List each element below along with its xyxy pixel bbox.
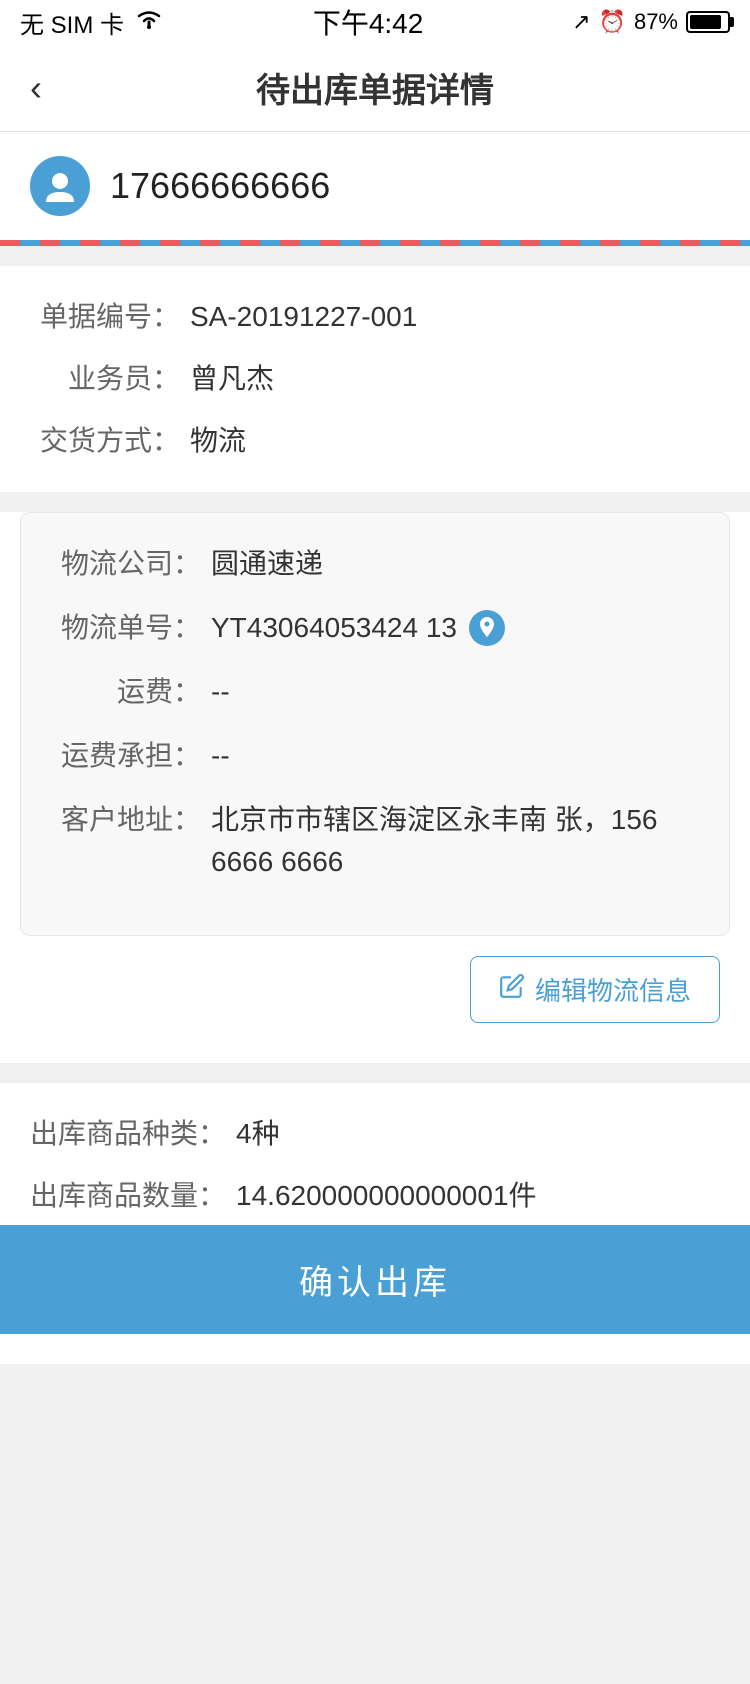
back-button[interactable]: ‹ <box>30 67 42 109</box>
salesman-label: 业务员： <box>30 358 190 400</box>
company-row: 物流公司： 圆通速递 <box>51 543 699 585</box>
company-value: 圆通速递 <box>211 543 699 585</box>
confirm-button[interactable]: 确认出库 <box>30 1255 720 1304</box>
delivery-row: 交货方式： 物流 <box>30 420 720 462</box>
edit-icon <box>499 973 525 1006</box>
nav-bar: ‹ 待出库单据详情 <box>0 44 750 132</box>
address-label: 客户地址： <box>51 799 211 841</box>
status-time: 下午4:42 <box>313 2 424 42</box>
edit-btn-label: 编辑物流信息 <box>535 971 691 1008</box>
user-header: 17666666666 <box>0 132 750 240</box>
page-title: 待出库单据详情 <box>256 63 494 112</box>
edit-logistics-button[interactable]: 编辑物流信息 <box>470 956 720 1023</box>
back-icon: ‹ <box>30 67 42 108</box>
freight-bearer-label: 运费承担： <box>51 735 211 777</box>
bottom-spacer <box>0 1364 750 1564</box>
address-row: 客户地址： 北京市市辖区海淀区永丰南 张，156 6666 6666 <box>51 799 699 883</box>
freight-value: -- <box>211 671 699 713</box>
tracking-location-icon[interactable] <box>469 610 505 646</box>
order-no-label: 单据编号： <box>30 296 190 338</box>
logistics-wrapper: 物流公司： 圆通速递 物流单号： YT43064053424 13 运费： -- <box>0 512 750 1063</box>
status-left: 无 SIM 卡 <box>20 5 164 40</box>
gray-divider-1 <box>0 1063 750 1083</box>
address-value: 北京市市辖区海淀区永丰南 张，156 6666 6666 <box>211 799 699 883</box>
status-bar: 无 SIM 卡 下午4:42 ↗ ⏰ 87% <box>0 0 750 44</box>
location-status-icon: ↗ <box>572 9 590 35</box>
battery-text: 87% <box>634 9 678 35</box>
company-label: 物流公司： <box>51 543 211 585</box>
delivery-label: 交货方式： <box>30 420 190 462</box>
avatar <box>30 156 90 216</box>
alarm-icon: ⏰ <box>599 9 626 35</box>
wifi-icon <box>134 8 164 37</box>
confirm-btn-container: 确认出库 <box>0 1225 750 1334</box>
goods-section: 出库商品种类： 4种 出库商品数量： 14.620000000000001件 <box>0 1083 750 1247</box>
tracking-row: 物流单号： YT43064053424 13 <box>51 607 699 649</box>
carrier-text: 无 SIM 卡 <box>20 5 124 40</box>
goods-quantity-value: 14.620000000000001件 <box>236 1175 720 1217</box>
order-info-section: 单据编号： SA-20191227-001 业务员： 曾凡杰 交货方式： 物流 <box>0 266 750 492</box>
salesman-value: 曾凡杰 <box>190 358 720 400</box>
logistics-section: 物流公司： 圆通速递 物流单号： YT43064053424 13 运费： -- <box>20 512 730 936</box>
goods-types-label: 出库商品种类： <box>30 1113 236 1155</box>
delivery-value: 物流 <box>190 420 720 462</box>
tracking-label: 物流单号： <box>51 607 211 649</box>
edit-btn-row: 编辑物流信息 <box>0 936 750 1053</box>
order-no-row: 单据编号： SA-20191227-001 <box>30 296 720 338</box>
goods-quantity-label: 出库商品数量： <box>30 1175 236 1217</box>
status-right: ↗ ⏰ 87% <box>572 9 730 35</box>
salesman-row: 业务员： 曾凡杰 <box>30 358 720 400</box>
freight-row: 运费： -- <box>51 671 699 713</box>
battery-icon <box>686 11 730 33</box>
goods-types-value: 4种 <box>236 1113 720 1155</box>
goods-quantity-row: 出库商品数量： 14.620000000000001件 <box>30 1175 720 1217</box>
tracking-value: YT43064053424 13 <box>211 607 699 649</box>
freight-label: 运费： <box>51 671 211 713</box>
user-phone: 17666666666 <box>110 165 330 207</box>
dashed-separator <box>0 240 750 246</box>
goods-types-row: 出库商品种类： 4种 <box>30 1113 720 1155</box>
freight-bearer-row: 运费承担： -- <box>51 735 699 777</box>
freight-bearer-value: -- <box>211 735 699 777</box>
order-no-value: SA-20191227-001 <box>190 296 720 338</box>
